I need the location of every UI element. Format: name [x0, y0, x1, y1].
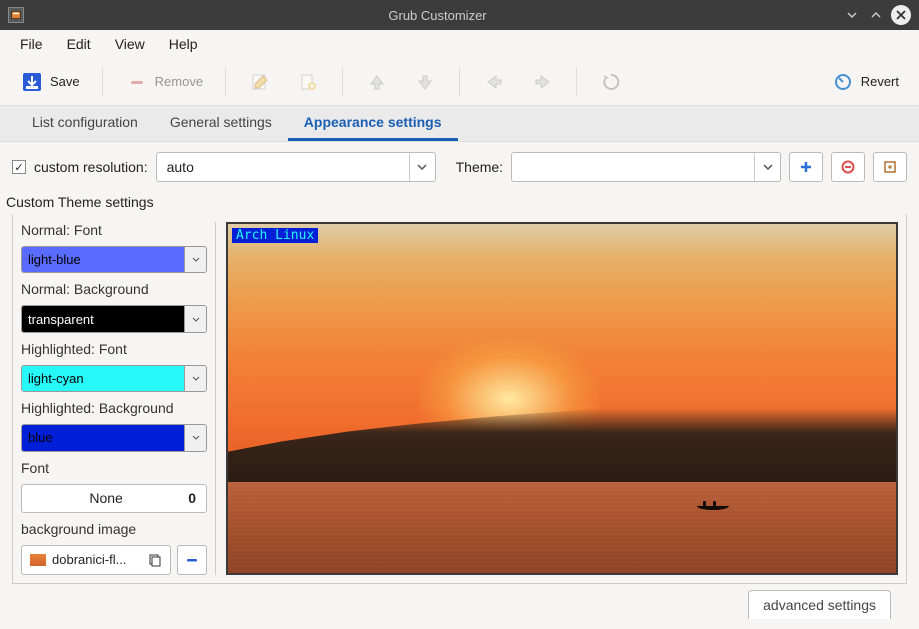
- revert-icon: [831, 70, 855, 94]
- normal-font-combo[interactable]: light-blue: [21, 246, 207, 273]
- chevron-down-icon[interactable]: [184, 247, 206, 272]
- toolbar: Save Remove: [0, 58, 919, 106]
- highlighted-bg-label: Highlighted: Background: [21, 400, 207, 416]
- menubar: File Edit View Help: [0, 30, 919, 58]
- titlebar: Grub Customizer: [0, 0, 919, 30]
- revert-label: Revert: [861, 74, 899, 89]
- maximize-button[interactable]: [867, 6, 885, 24]
- background-image-filename: dobranici-fl...: [52, 552, 142, 567]
- remove-label: Remove: [155, 74, 203, 89]
- theme-add-button[interactable]: [789, 152, 823, 182]
- move-left-button: [474, 66, 514, 98]
- font-size: 0: [188, 490, 196, 506]
- minimize-button[interactable]: [843, 6, 861, 24]
- move-up-button: [357, 66, 397, 98]
- highlighted-font-value: light-cyan: [22, 366, 184, 391]
- theme-combo[interactable]: [511, 152, 781, 182]
- normal-font-value: light-blue: [22, 247, 184, 272]
- edit-button: [240, 66, 280, 98]
- close-button[interactable]: [891, 5, 911, 25]
- chevron-down-icon[interactable]: [184, 306, 206, 331]
- theme-settings-panel: Normal: Font light-blue Normal: Backgrou…: [21, 222, 216, 575]
- normal-font-label: Normal: Font: [21, 222, 207, 238]
- new-icon: [296, 70, 320, 94]
- revert-button[interactable]: Revert: [823, 66, 907, 98]
- background-image-clear-button[interactable]: [177, 545, 207, 575]
- highlighted-font-label: Highlighted: Font: [21, 341, 207, 357]
- tab-appearance-settings[interactable]: Appearance settings: [288, 106, 458, 141]
- app-icon: [8, 7, 24, 23]
- move-right-button: [522, 66, 562, 98]
- move-down-button: [405, 66, 445, 98]
- theme-label: Theme:: [456, 159, 503, 175]
- save-icon: [20, 70, 44, 94]
- chevron-down-icon[interactable]: [409, 153, 435, 181]
- refresh-icon: [599, 70, 623, 94]
- font-label: Font: [21, 460, 207, 476]
- preview-entry: Arch Linux: [232, 228, 318, 243]
- save-label: Save: [50, 74, 80, 89]
- custom-resolution-label: custom resolution:: [34, 159, 148, 175]
- theme-export-button[interactable]: [873, 152, 907, 182]
- resolution-value: auto: [157, 159, 409, 175]
- highlighted-bg-combo[interactable]: blue: [21, 424, 207, 451]
- font-button[interactable]: None 0: [21, 484, 207, 513]
- normal-bg-label: Normal: Background: [21, 281, 207, 297]
- new-button: [288, 66, 328, 98]
- arrow-down-icon: [413, 70, 437, 94]
- custom-theme-title: Custom Theme settings: [6, 190, 907, 214]
- normal-bg-combo[interactable]: transparent: [21, 305, 207, 332]
- background-image-button[interactable]: dobranici-fl...: [21, 545, 171, 575]
- edit-icon: [248, 70, 272, 94]
- window-title: Grub Customizer: [32, 8, 843, 23]
- remove-button: Remove: [117, 66, 211, 98]
- menu-help[interactable]: Help: [157, 32, 210, 56]
- save-button[interactable]: Save: [12, 66, 88, 98]
- tabs: List configuration General settings Appe…: [0, 106, 919, 142]
- normal-bg-value: transparent: [22, 306, 184, 331]
- theme-remove-button[interactable]: [831, 152, 865, 182]
- advanced-settings-button[interactable]: advanced settings: [748, 590, 891, 619]
- image-thumb-icon: [30, 554, 46, 566]
- tab-list-configuration[interactable]: List configuration: [16, 106, 154, 141]
- arrow-left-icon: [482, 70, 506, 94]
- custom-resolution-checkbox[interactable]: [12, 160, 26, 174]
- arrow-right-icon: [530, 70, 554, 94]
- background-image-label: background image: [21, 521, 207, 537]
- chevron-down-icon[interactable]: [754, 153, 780, 181]
- menu-file[interactable]: File: [8, 32, 55, 56]
- refresh-button: [591, 66, 631, 98]
- menu-view[interactable]: View: [103, 32, 157, 56]
- font-name: None: [32, 490, 180, 506]
- menu-edit[interactable]: Edit: [55, 32, 103, 56]
- highlighted-bg-value: blue: [22, 425, 184, 450]
- resolution-combo[interactable]: auto: [156, 152, 436, 182]
- boot-preview: Arch Linux: [226, 222, 898, 575]
- remove-icon: [125, 70, 149, 94]
- arrow-up-icon: [365, 70, 389, 94]
- copy-icon: [148, 553, 162, 567]
- chevron-down-icon[interactable]: [184, 366, 206, 391]
- highlighted-font-combo[interactable]: light-cyan: [21, 365, 207, 392]
- chevron-down-icon[interactable]: [184, 425, 206, 450]
- tab-general-settings[interactable]: General settings: [154, 106, 288, 141]
